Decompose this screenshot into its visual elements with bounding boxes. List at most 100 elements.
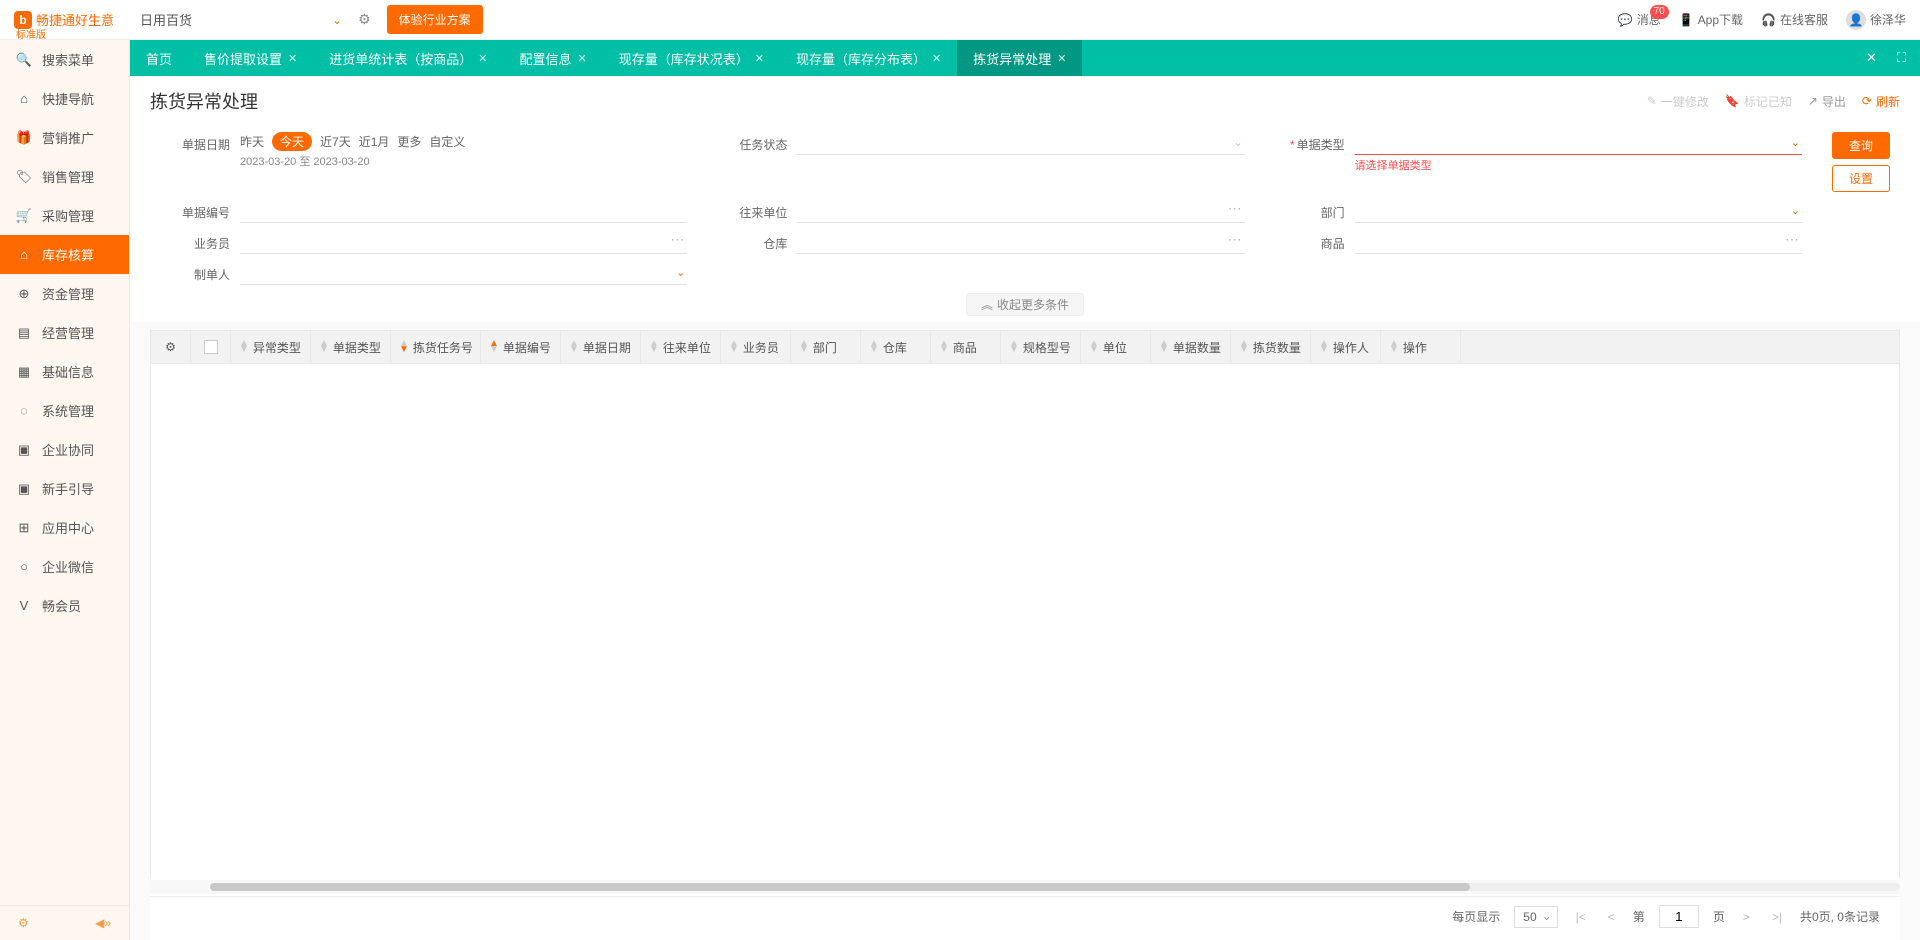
collapse-sidebar-icon[interactable]: ◀»: [95, 916, 111, 930]
date-option[interactable]: 昨天: [240, 133, 264, 150]
close-icon[interactable]: ✕: [755, 52, 764, 65]
page-input[interactable]: [1659, 905, 1699, 928]
sort-icon: ▲▼: [799, 341, 809, 353]
support-button[interactable]: 🎧 在线客服: [1761, 11, 1828, 28]
column-header[interactable]: ▲▼异常类型: [231, 331, 311, 363]
filter-maker-label: 制单人: [160, 262, 230, 283]
sidebar-item-11[interactable]: ▣新手引导: [0, 469, 129, 508]
column-header[interactable]: ▲▼操作人: [1311, 331, 1381, 363]
warehouse-input[interactable]: [797, 231, 1244, 254]
column-header[interactable]: ▲▼规格型号: [1001, 331, 1081, 363]
column-header[interactable]: ▲▼单据数量: [1151, 331, 1231, 363]
column-header[interactable]: ▲▼拣货任务号: [391, 331, 481, 363]
task-status-input[interactable]: [797, 132, 1244, 155]
dept-input[interactable]: [1355, 200, 1802, 223]
date-option[interactable]: 自定义: [429, 133, 465, 150]
ellipsis-icon[interactable]: ⋯: [1228, 200, 1243, 217]
column-header[interactable]: ▲▼往来单位: [641, 331, 721, 363]
tab-1[interactable]: 售价提取设置✕: [188, 40, 313, 76]
ellipsis-icon[interactable]: ⋯: [670, 231, 685, 248]
sidebar-item-3[interactable]: 🏷销售管理: [0, 157, 129, 196]
page-header: 拣货异常处理 ✎ 一键修改 🔖 标记已知 ↗ 导出 ⟳: [130, 76, 1920, 122]
sidebar-item-2[interactable]: 🎁营销推广: [0, 118, 129, 157]
app-download-button[interactable]: 📱 App下载: [1679, 11, 1743, 28]
doc-type-input[interactable]: [1355, 132, 1802, 155]
settings-icon[interactable]: ⚙: [18, 916, 29, 930]
first-page-button[interactable]: |<: [1572, 910, 1590, 924]
maker-input[interactable]: [240, 262, 687, 285]
sidebar-item-12[interactable]: ⊞应用中心: [0, 508, 129, 547]
select-all-column[interactable]: [191, 331, 231, 363]
messages-button[interactable]: 💬 消息 70: [1618, 11, 1661, 28]
column-header[interactable]: ▲▼业务员: [721, 331, 791, 363]
filter-maker: 制单人 ⌄: [160, 262, 687, 285]
sidebar-item-9[interactable]: ◌系统管理: [0, 391, 129, 430]
sidebar-item-14[interactable]: V畅会员: [0, 586, 129, 625]
operator-input[interactable]: [240, 231, 687, 254]
horizontal-scrollbar[interactable]: [150, 880, 1900, 894]
column-header[interactable]: ▲▼单据日期: [561, 331, 641, 363]
column-header[interactable]: ▲▼单据编号: [481, 331, 561, 363]
sidebar-item-8[interactable]: ▦基础信息: [0, 352, 129, 391]
batch-edit-button[interactable]: ✎ 一键修改: [1647, 93, 1709, 110]
column-header[interactable]: ▲▼仓库: [861, 331, 931, 363]
close-icon[interactable]: ✕: [288, 52, 297, 65]
filter-settings-button[interactable]: 设置: [1832, 165, 1890, 192]
promo-button[interactable]: 体验行业方案: [387, 5, 483, 34]
tab-label: 首页: [146, 49, 172, 68]
sidebar-item-4[interactable]: 🛒采购管理: [0, 196, 129, 235]
scrollbar-thumb[interactable]: [210, 883, 1470, 891]
tab-4[interactable]: 现存量（库存状况表）✕: [603, 40, 780, 76]
ellipsis-icon[interactable]: ⋯: [1785, 231, 1800, 248]
sidebar-item-10[interactable]: ▣企业协同: [0, 430, 129, 469]
sidebar-item-7[interactable]: ▤经营管理: [0, 313, 129, 352]
tab-6[interactable]: 拣货异常处理✕: [957, 40, 1082, 76]
column-header[interactable]: ▲▼拣货数量: [1231, 331, 1311, 363]
date-option[interactable]: 近7天: [320, 133, 351, 150]
column-label: 往来单位: [663, 339, 711, 356]
column-header[interactable]: ▲▼单位: [1081, 331, 1151, 363]
mark-read-button[interactable]: 🔖 标记已知: [1725, 93, 1792, 110]
close-icon[interactable]: ✕: [478, 52, 487, 65]
query-button[interactable]: 查询: [1832, 132, 1890, 159]
prev-page-button[interactable]: <: [1604, 910, 1619, 924]
tab-3[interactable]: 配置信息✕: [503, 40, 602, 76]
sidebar-item-6[interactable]: ⊕资金管理: [0, 274, 129, 313]
date-option[interactable]: 更多: [397, 133, 421, 150]
tenant-selector[interactable]: 日用百货 ⌄ ⚙: [140, 10, 387, 29]
close-icon[interactable]: ✕: [1057, 52, 1066, 65]
last-page-button[interactable]: >|: [1768, 910, 1786, 924]
per-page-select[interactable]: 50: [1514, 906, 1557, 928]
ellipsis-icon[interactable]: ⋯: [1228, 231, 1243, 248]
gear-icon[interactable]: ⚙: [358, 11, 371, 28]
user-menu[interactable]: 👤 徐泽华: [1846, 10, 1906, 30]
export-button[interactable]: ↗ 导出: [1808, 93, 1846, 110]
sidebar-item-1[interactable]: ⌂快捷导航: [0, 79, 129, 118]
sidebar-item-13[interactable]: ○企业微信: [0, 547, 129, 586]
tab-0[interactable]: 首页: [130, 40, 188, 76]
column-header[interactable]: ▲▼部门: [791, 331, 861, 363]
column-header[interactable]: ▲▼单据类型: [311, 331, 391, 363]
close-all-tabs-icon[interactable]: ✕: [1860, 46, 1883, 70]
goods-input[interactable]: [1355, 231, 1802, 254]
sort-icon: ▲▼: [569, 341, 579, 353]
column-header[interactable]: ▲▼操作: [1381, 331, 1461, 363]
close-icon[interactable]: ✕: [932, 52, 941, 65]
page-title: 拣货异常处理: [150, 88, 258, 114]
close-icon[interactable]: ✕: [578, 52, 587, 65]
date-option[interactable]: 近1月: [359, 133, 390, 150]
tab-2[interactable]: 进货单统计表（按商品）✕: [313, 40, 503, 76]
tab-5[interactable]: 现存量（库存分布表）✕: [780, 40, 957, 76]
column-header[interactable]: ▲▼商品: [931, 331, 1001, 363]
filter-date: 单据日期 昨天今天近7天近1月更多自定义 2023-03-20 至 2023-0…: [160, 132, 687, 192]
fullscreen-icon[interactable]: ⛶: [1891, 46, 1912, 70]
partner-input[interactable]: [797, 200, 1244, 223]
date-option[interactable]: 今天: [272, 132, 312, 151]
doc-no-input[interactable]: [240, 200, 687, 223]
collapse-filters-button[interactable]: ︽ 收起更多条件: [966, 293, 1084, 316]
sidebar-item-5[interactable]: ⌂库存核算: [0, 235, 129, 274]
table-settings-column[interactable]: ⚙: [151, 331, 191, 363]
refresh-button[interactable]: ⟳ 刷新: [1862, 93, 1900, 110]
next-page-button[interactable]: >: [1739, 910, 1754, 924]
sidebar-item-0[interactable]: 🔍搜索菜单: [0, 40, 129, 79]
